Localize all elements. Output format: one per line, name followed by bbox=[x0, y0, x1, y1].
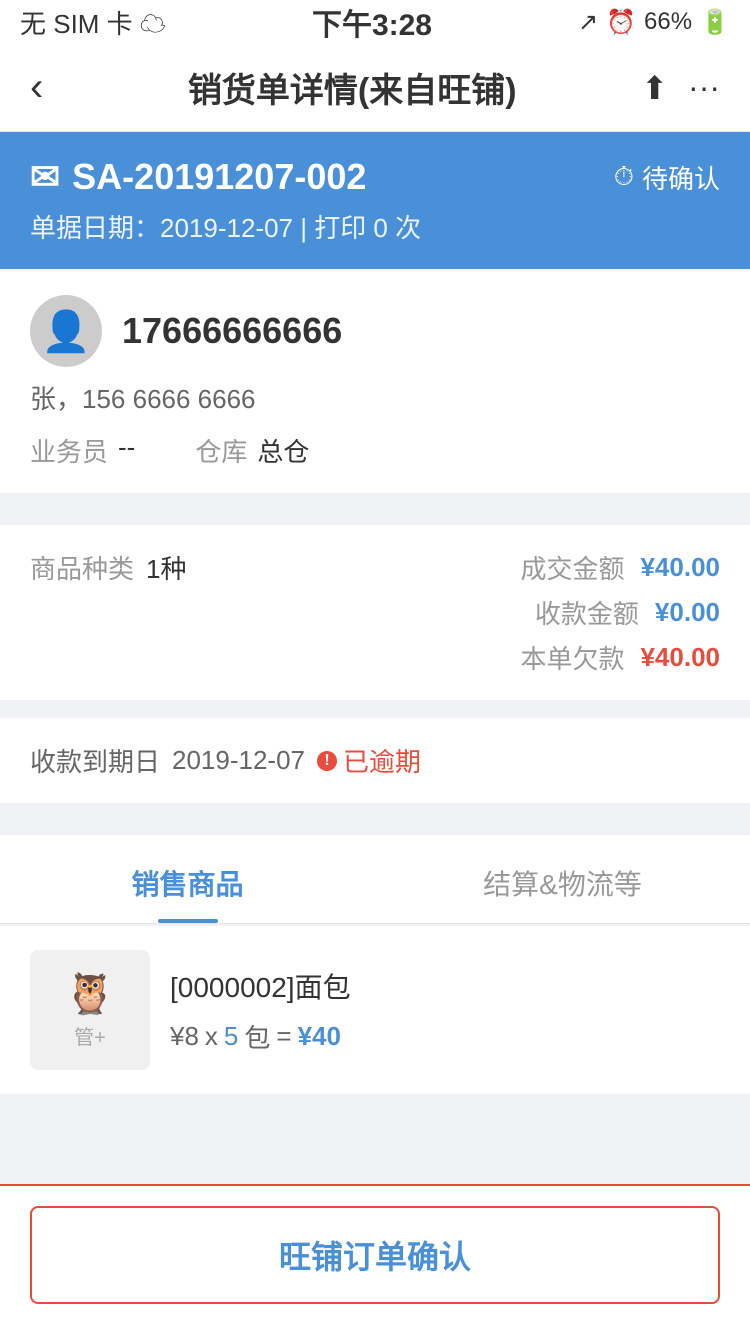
product-types-label: 商品种类 bbox=[30, 549, 134, 586]
quantity: 5 bbox=[224, 1021, 238, 1052]
owed-amount-row: 本单欠款 ¥40.00 bbox=[520, 639, 720, 676]
total-price: ¥40 bbox=[298, 1021, 341, 1052]
unit-price: ¥8 bbox=[170, 1021, 199, 1052]
product-price-row: ¥8 x 5 包 = ¥40 bbox=[170, 1018, 720, 1055]
tab-sales-products[interactable]: 销售商品 bbox=[0, 835, 375, 923]
battery-text: 66% bbox=[644, 8, 692, 36]
equals-symbol: = bbox=[276, 1021, 291, 1052]
multiply-symbol: x bbox=[205, 1021, 218, 1052]
status-bar: 无 SIM 卡 ☁ 下午3:28 ↗ ⏰ 66% 🔋 bbox=[0, 0, 750, 44]
summary-card: 商品种类 1种 成交金额 ¥40.00 收款金额 ¥0.00 本单欠款 ¥40.… bbox=[0, 525, 750, 700]
confirm-order-button[interactable]: 旺铺订单确认 bbox=[30, 1206, 720, 1304]
tab-settlement[interactable]: 结算&物流等 bbox=[375, 835, 750, 923]
divider-1 bbox=[0, 493, 750, 509]
order-id-row: ✉ SA-20191207-002 ⏱ 待确认 bbox=[30, 156, 720, 198]
product-thumbnail: 🦉 管+ bbox=[30, 950, 150, 1070]
nav-actions: ⬆ ··· bbox=[641, 69, 720, 107]
product-thumb-icon: 🦉 bbox=[65, 970, 115, 1017]
customer-card: 👤 17666666666 张，156 6666 6666 业务员 -- 仓库 … bbox=[0, 271, 750, 493]
no-sim-text: 无 SIM 卡 ☁ bbox=[20, 4, 166, 41]
owed-amount-value: ¥40.00 bbox=[640, 642, 720, 673]
customer-meta: 业务员 -- 仓库 总仓 bbox=[30, 432, 720, 469]
due-date-label: 收款到期日 bbox=[30, 742, 160, 779]
battery-icon: 🔋 bbox=[700, 8, 730, 37]
divider-2 bbox=[0, 700, 750, 716]
owed-amount-label: 本单欠款 bbox=[520, 639, 624, 676]
overdue-badge: ! 已逾期 bbox=[317, 742, 421, 779]
salesperson-value: -- bbox=[118, 432, 135, 469]
order-id-text: SA-20191207-002 bbox=[72, 156, 366, 198]
status-left: 无 SIM 卡 ☁ bbox=[20, 4, 166, 41]
warehouse-value: 总仓 bbox=[257, 432, 309, 469]
customer-top: 👤 17666666666 bbox=[30, 295, 720, 367]
clock-icon: ⏱ bbox=[614, 161, 634, 193]
due-date-value: 2019-12-07 bbox=[172, 745, 305, 776]
status-right: ↗ ⏰ 66% 🔋 bbox=[578, 8, 730, 37]
product-types-info: 商品种类 1种 bbox=[30, 549, 186, 586]
warehouse-meta: 仓库 总仓 bbox=[195, 432, 309, 469]
product-list: 🦉 管+ [0000002]面包 ¥8 x 5 包 = ¥40 bbox=[0, 926, 750, 1094]
avatar-icon: 👤 bbox=[41, 308, 91, 355]
share-button[interactable]: ⬆ bbox=[641, 69, 668, 107]
order-status: ⏱ 待确认 bbox=[614, 159, 720, 196]
status-time: 下午3:28 bbox=[312, 0, 432, 44]
back-button[interactable]: ‹ bbox=[30, 65, 43, 110]
deal-amount-value: ¥40.00 bbox=[640, 552, 720, 583]
salesperson-meta: 业务员 -- bbox=[30, 432, 135, 469]
tabs-bar: 销售商品 结算&物流等 bbox=[0, 835, 750, 924]
product-types-value: 1种 bbox=[146, 549, 186, 586]
received-amount-row: 收款金额 ¥0.00 bbox=[535, 594, 720, 631]
order-date: 单据日期：2019-12-07 | 打印 0 次 bbox=[30, 208, 720, 245]
received-amount-value: ¥0.00 bbox=[655, 597, 720, 628]
divider-3 bbox=[0, 803, 750, 819]
overdue-dot-icon: ! bbox=[317, 751, 337, 771]
product-name: [0000002]面包 bbox=[170, 966, 720, 1006]
amounts-info: 成交金额 ¥40.00 收款金额 ¥0.00 本单欠款 ¥40.00 bbox=[520, 549, 720, 676]
status-text: 待确认 bbox=[642, 159, 720, 196]
salesperson-label: 业务员 bbox=[30, 432, 108, 469]
more-button[interactable]: ··· bbox=[688, 69, 720, 106]
received-amount-label: 收款金额 bbox=[535, 594, 639, 631]
nav-bar: ‹ 销货单详情(来自旺铺) ⬆ ··· bbox=[0, 44, 750, 132]
product-info: [0000002]面包 ¥8 x 5 包 = ¥40 bbox=[170, 966, 720, 1055]
bottom-bar: 旺铺订单确认 bbox=[0, 1184, 750, 1334]
deal-amount-row: 成交金额 ¥40.00 bbox=[520, 549, 720, 586]
location-icon: ↗ bbox=[578, 8, 598, 37]
due-date-card: 收款到期日 2019-12-07 ! 已逾期 bbox=[0, 718, 750, 803]
order-icon: ✉ bbox=[30, 156, 60, 198]
order-header: ✉ SA-20191207-002 ⏱ 待确认 单据日期：2019-12-07 … bbox=[0, 132, 750, 269]
overdue-text: 已逾期 bbox=[343, 742, 421, 779]
order-id: ✉ SA-20191207-002 bbox=[30, 156, 366, 198]
page-title: 销货单详情(来自旺铺) bbox=[63, 63, 641, 112]
warehouse-label: 仓库 bbox=[195, 432, 247, 469]
avatar: 👤 bbox=[30, 295, 102, 367]
unit: 包 bbox=[244, 1018, 270, 1055]
alarm-icon: ⏰ bbox=[606, 8, 636, 37]
deal-amount-label: 成交金额 bbox=[520, 549, 624, 586]
product-thumb-label: 管+ bbox=[74, 1021, 106, 1050]
customer-phone: 17666666666 bbox=[122, 310, 342, 352]
customer-name: 张，156 6666 6666 bbox=[30, 379, 720, 416]
product-item: 🦉 管+ [0000002]面包 ¥8 x 5 包 = ¥40 bbox=[0, 926, 750, 1094]
